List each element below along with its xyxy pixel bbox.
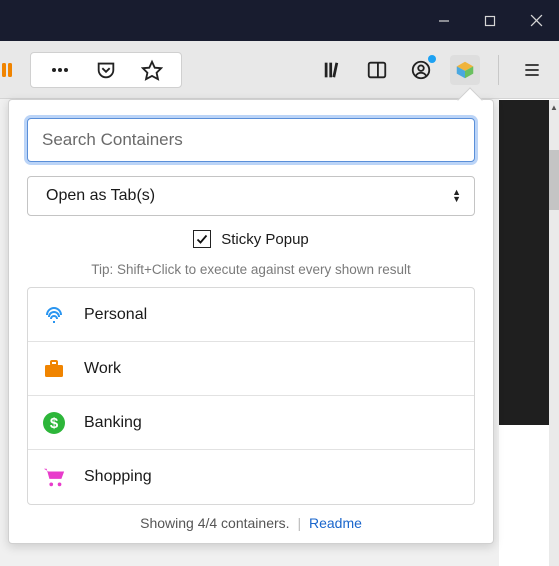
- popup-footer: Showing 4/4 containers. | Readme: [9, 515, 493, 531]
- dollar-icon: $: [42, 411, 66, 435]
- container-list: Personal Work $ Banking Shopping: [27, 287, 475, 505]
- select-arrows-icon: ▲▼: [452, 189, 461, 203]
- readme-link[interactable]: Readme: [309, 515, 362, 531]
- container-item-shopping[interactable]: Shopping: [28, 450, 474, 504]
- container-item-label: Work: [84, 360, 121, 378]
- browser-toolbar: [0, 41, 559, 99]
- container-item-banking[interactable]: $ Banking: [28, 396, 474, 450]
- open-mode-select[interactable]: Open as Tab(s): [27, 176, 475, 216]
- tab-container-indicator-icon: [2, 60, 20, 80]
- container-item-label: Personal: [84, 306, 147, 324]
- scrollbar-thumb[interactable]: [549, 150, 559, 210]
- window-minimize-button[interactable]: [421, 0, 467, 41]
- open-mode-select-label: Open as Tab(s): [46, 187, 155, 205]
- tip-text: Tip: Shift+Click to execute against ever…: [9, 262, 493, 277]
- account-icon[interactable]: [406, 55, 436, 85]
- page-content-dark-region: [499, 100, 551, 425]
- window-titlebar: [0, 0, 559, 41]
- container-item-personal[interactable]: Personal: [28, 288, 474, 342]
- notification-dot-icon: [428, 55, 436, 63]
- window-close-button[interactable]: [513, 0, 559, 41]
- container-item-work[interactable]: Work: [28, 342, 474, 396]
- toolbar-separator: [498, 55, 499, 85]
- sticky-popup-label: Sticky Popup: [221, 231, 309, 248]
- sidebar-panel-icon[interactable]: [362, 55, 392, 85]
- page-actions-group: [30, 52, 182, 88]
- scrollbar-up-arrow-icon[interactable]: ▲: [549, 100, 559, 114]
- containers-popup: Open as Tab(s) ▲▼ Sticky Popup Tip: Shif…: [8, 99, 494, 544]
- footer-status-text: Showing 4/4 containers.: [140, 515, 289, 531]
- library-icon[interactable]: [318, 55, 348, 85]
- container-item-label: Shopping: [84, 468, 152, 486]
- hamburger-menu-icon[interactable]: [517, 55, 547, 85]
- fingerprint-icon: [42, 303, 66, 327]
- container-item-label: Banking: [84, 414, 142, 432]
- svg-text:$: $: [50, 415, 59, 432]
- bookmark-star-icon[interactable]: [137, 55, 167, 85]
- pocket-icon[interactable]: [91, 55, 121, 85]
- footer-separator: |: [297, 515, 301, 531]
- window-maximize-button[interactable]: [467, 0, 513, 41]
- cart-icon: [42, 465, 66, 489]
- search-containers-input[interactable]: [27, 118, 475, 162]
- more-actions-icon[interactable]: [45, 55, 75, 85]
- briefcase-icon: [42, 357, 66, 381]
- containerise-extension-button[interactable]: [450, 55, 480, 85]
- sticky-popup-checkbox[interactable]: [193, 230, 211, 248]
